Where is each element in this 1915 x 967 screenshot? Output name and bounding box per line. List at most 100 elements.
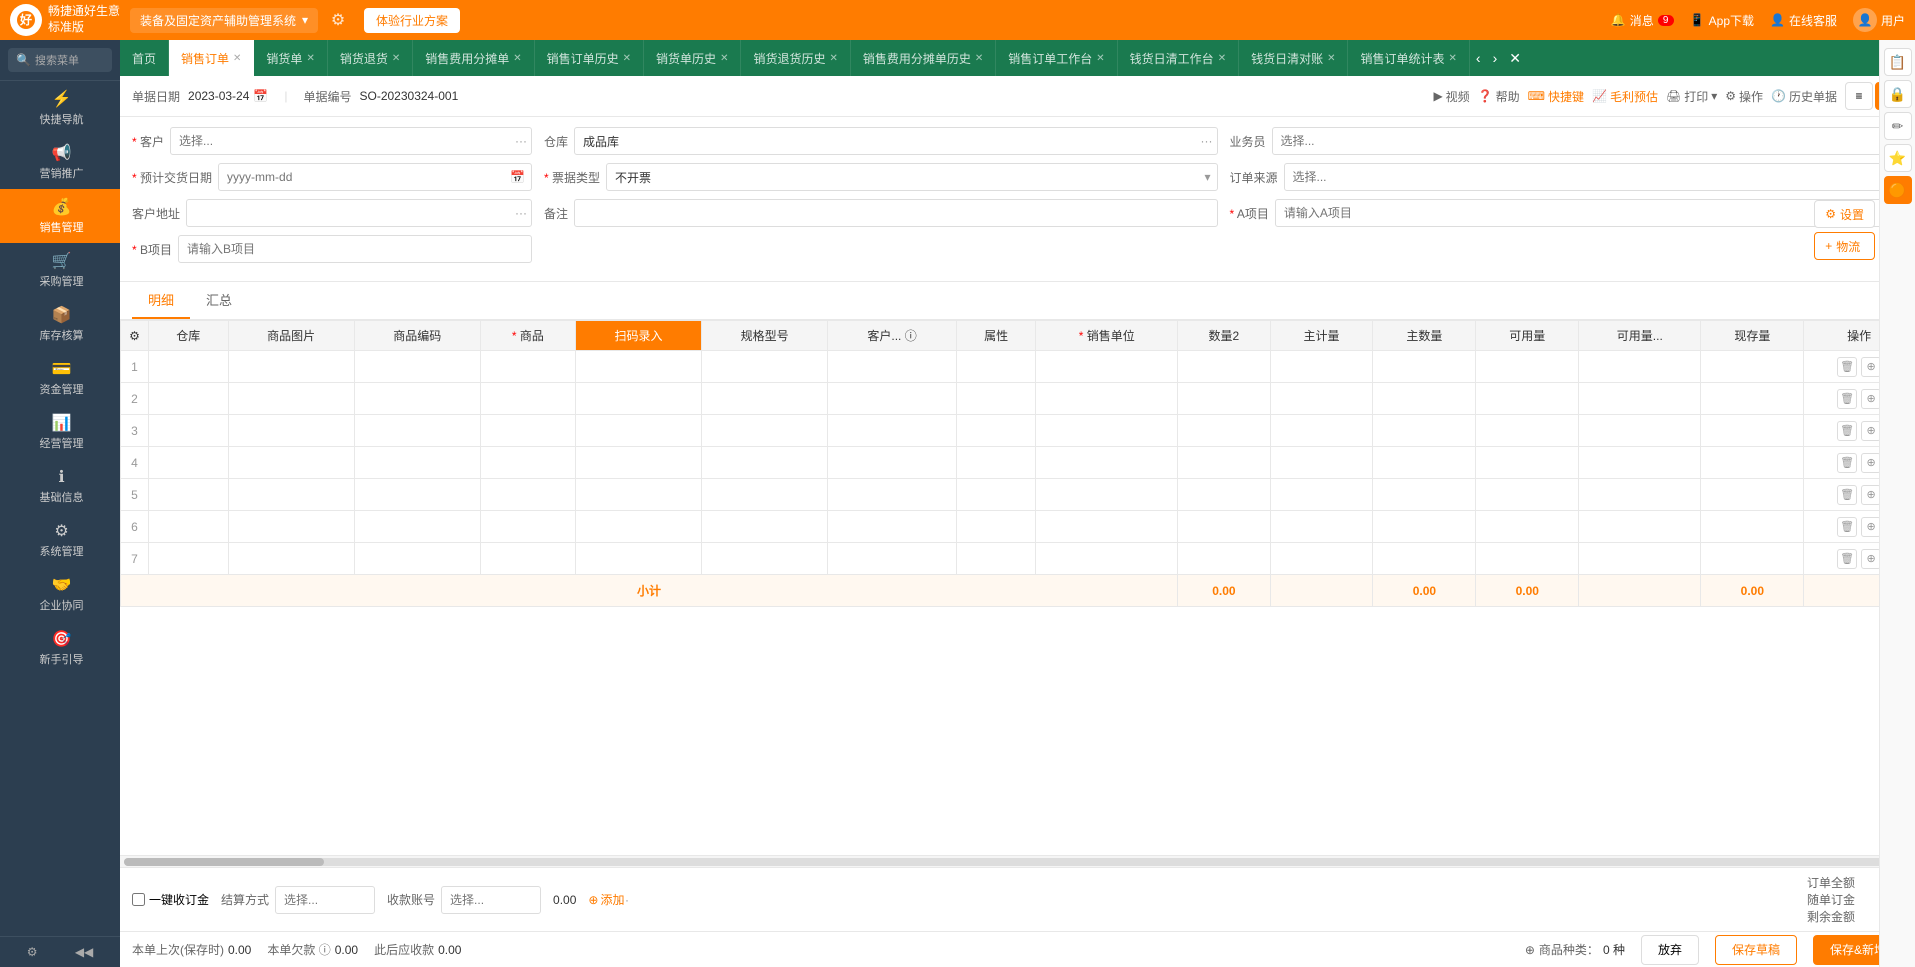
row-3-code[interactable] xyxy=(354,415,480,447)
row-3-sales-unit[interactable] xyxy=(1036,415,1178,447)
row-3-product[interactable] xyxy=(480,415,575,447)
account-input[interactable] xyxy=(442,893,613,907)
b-project-input-field[interactable] xyxy=(179,242,531,256)
tab-order-history[interactable]: 销售订单历史 ✕ xyxy=(535,40,644,76)
row-1-main-unit[interactable] xyxy=(1270,351,1373,383)
row-2-available2[interactable] xyxy=(1579,383,1701,415)
tab-sales-order-close[interactable]: ✕ xyxy=(233,53,241,64)
row-1-warehouse[interactable] xyxy=(149,351,229,383)
col-settings[interactable]: ⚙ xyxy=(121,321,149,351)
row-4-warehouse[interactable] xyxy=(149,447,229,479)
row-6-stock[interactable] xyxy=(1701,511,1804,543)
sidebar-item-purchase[interactable]: 🛒 采购管理 xyxy=(0,243,120,297)
sidebar-gear-icon[interactable]: ⚙ xyxy=(27,945,38,959)
tab-cash-workbench-close[interactable]: ✕ xyxy=(1218,53,1226,64)
tab-invoice-close[interactable]: ✕ xyxy=(306,53,314,64)
row-1-delete-btn[interactable]: 🗑 xyxy=(1837,357,1857,377)
tab-return[interactable]: 销货退货 ✕ xyxy=(328,40,413,76)
view-btn[interactable]: ▶ 视频 xyxy=(1433,88,1469,105)
a-project-input[interactable] xyxy=(1275,199,1903,227)
row-2-code[interactable] xyxy=(354,383,480,415)
tab-invoice-history[interactable]: 销货单历史 ✕ xyxy=(644,40,741,76)
one-click-checkout-check[interactable] xyxy=(132,893,145,906)
address-dots-icon[interactable]: ··· xyxy=(511,206,531,220)
row-1-product[interactable] xyxy=(480,351,575,383)
row-3-customer-code[interactable] xyxy=(828,415,957,447)
row-3-available[interactable] xyxy=(1476,415,1579,447)
row-1-qty2[interactable] xyxy=(1178,351,1271,383)
row-7-main-qty[interactable] xyxy=(1373,543,1476,575)
row-7-spec[interactable] xyxy=(702,543,828,575)
right-panel-btn-3[interactable]: ✏ xyxy=(1884,112,1912,140)
row-2-main-qty[interactable] xyxy=(1373,383,1476,415)
row-2-sales-unit[interactable] xyxy=(1036,383,1178,415)
row-5-spec[interactable] xyxy=(702,479,828,511)
tab-sales-stats-close[interactable]: ✕ xyxy=(1449,53,1457,64)
row-1-customer-code[interactable] xyxy=(828,351,957,383)
right-panel-btn-1[interactable]: 📋 xyxy=(1884,48,1912,76)
row-5-available2[interactable] xyxy=(1579,479,1701,511)
row-2-main-unit[interactable] xyxy=(1270,383,1373,415)
row-6-code[interactable] xyxy=(354,511,480,543)
row-7-warehouse[interactable] xyxy=(149,543,229,575)
row-6-main-unit[interactable] xyxy=(1270,511,1373,543)
row-3-stock[interactable] xyxy=(1701,415,1804,447)
row-5-warehouse[interactable] xyxy=(149,479,229,511)
row-6-customer-code[interactable] xyxy=(828,511,957,543)
tab-sales-order[interactable]: 销售订单 ✕ xyxy=(169,40,254,76)
right-panel-btn-5[interactable]: 🟠 xyxy=(1884,176,1912,204)
sidebar-item-guide[interactable]: 🎯 新手引导 xyxy=(0,621,120,675)
tab-prev-btn[interactable]: ‹ xyxy=(1470,50,1487,66)
sidebar-item-system[interactable]: ⚙ 系统管理 xyxy=(0,513,120,567)
row-4-spec[interactable] xyxy=(702,447,828,479)
row-5-sales-unit[interactable] xyxy=(1036,479,1178,511)
delivery-date-input[interactable]: 📅 xyxy=(218,163,532,191)
row-7-code[interactable] xyxy=(354,543,480,575)
search-menu-btn[interactable]: 🔍 搜索菜单 xyxy=(8,48,112,72)
scrollbar-track[interactable] xyxy=(124,858,1911,866)
sidebar-item-funds[interactable]: 💳 资金管理 xyxy=(0,351,120,405)
tab-expense[interactable]: 销售费用分摊单 ✕ xyxy=(413,40,534,76)
tab-return-history[interactable]: 销货退货历史 ✕ xyxy=(741,40,850,76)
row-3-delete-btn[interactable]: 🗑 xyxy=(1837,421,1857,441)
row-1-available[interactable] xyxy=(1476,351,1579,383)
add-material-btn[interactable]: + 物流 xyxy=(1814,232,1875,260)
print-btn[interactable]: 🖨 打印 ▾ xyxy=(1666,88,1717,105)
row-3-attribute[interactable] xyxy=(956,415,1036,447)
remark-input[interactable] xyxy=(574,199,1217,227)
sidebar-search-area[interactable]: 🔍 搜索菜单 xyxy=(0,40,120,81)
row-7-stock[interactable] xyxy=(1701,543,1804,575)
row-4-main-unit[interactable] xyxy=(1270,447,1373,479)
settlement-select[interactable]: ▾ xyxy=(275,886,375,914)
table-scrollbar[interactable] xyxy=(120,855,1915,867)
right-panel-btn-2[interactable]: 🔒 xyxy=(1884,80,1912,108)
remark-input-field[interactable] xyxy=(575,206,1216,220)
tab-expense-history-close[interactable]: ✕ xyxy=(975,53,983,64)
sidebar-item-sales[interactable]: 💰 销售管理 xyxy=(0,189,120,243)
tab-return-history-close[interactable]: ✕ xyxy=(829,53,837,64)
row-7-available[interactable] xyxy=(1476,543,1579,575)
row-5-stock[interactable] xyxy=(1701,479,1804,511)
row-2-stock[interactable] xyxy=(1701,383,1804,415)
row-4-delete-btn[interactable]: 🗑 xyxy=(1837,453,1857,473)
tab-invoice-history-close[interactable]: ✕ xyxy=(720,53,728,64)
row-5-attribute[interactable] xyxy=(956,479,1036,511)
row-6-warehouse[interactable] xyxy=(149,511,229,543)
row-4-product[interactable] xyxy=(480,447,575,479)
row-6-spec[interactable] xyxy=(702,511,828,543)
customer-address-input[interactable]: ··· xyxy=(186,199,532,227)
sidebar-item-collab[interactable]: 🤝 企业协同 xyxy=(0,567,120,621)
tab-home[interactable]: 首页 xyxy=(120,40,169,76)
row-2-available[interactable] xyxy=(1476,383,1579,415)
row-3-main-qty[interactable] xyxy=(1373,415,1476,447)
col-scan[interactable]: 扫码录入 xyxy=(575,321,701,351)
tab-cash-reconcile[interactable]: 钱货日清对账 ✕ xyxy=(1239,40,1348,76)
customer-dots-icon[interactable]: ··· xyxy=(511,134,531,148)
row-4-customer-code[interactable] xyxy=(828,447,957,479)
row-1-available2[interactable] xyxy=(1579,351,1701,383)
tab-detail[interactable]: 明细 xyxy=(132,282,190,319)
a-project-input-field[interactable] xyxy=(1276,206,1902,220)
tab-order-workbench[interactable]: 销售订单工作台 ✕ xyxy=(996,40,1117,76)
row-1-sales-unit[interactable] xyxy=(1036,351,1178,383)
customer-address-input-field[interactable] xyxy=(187,206,511,220)
